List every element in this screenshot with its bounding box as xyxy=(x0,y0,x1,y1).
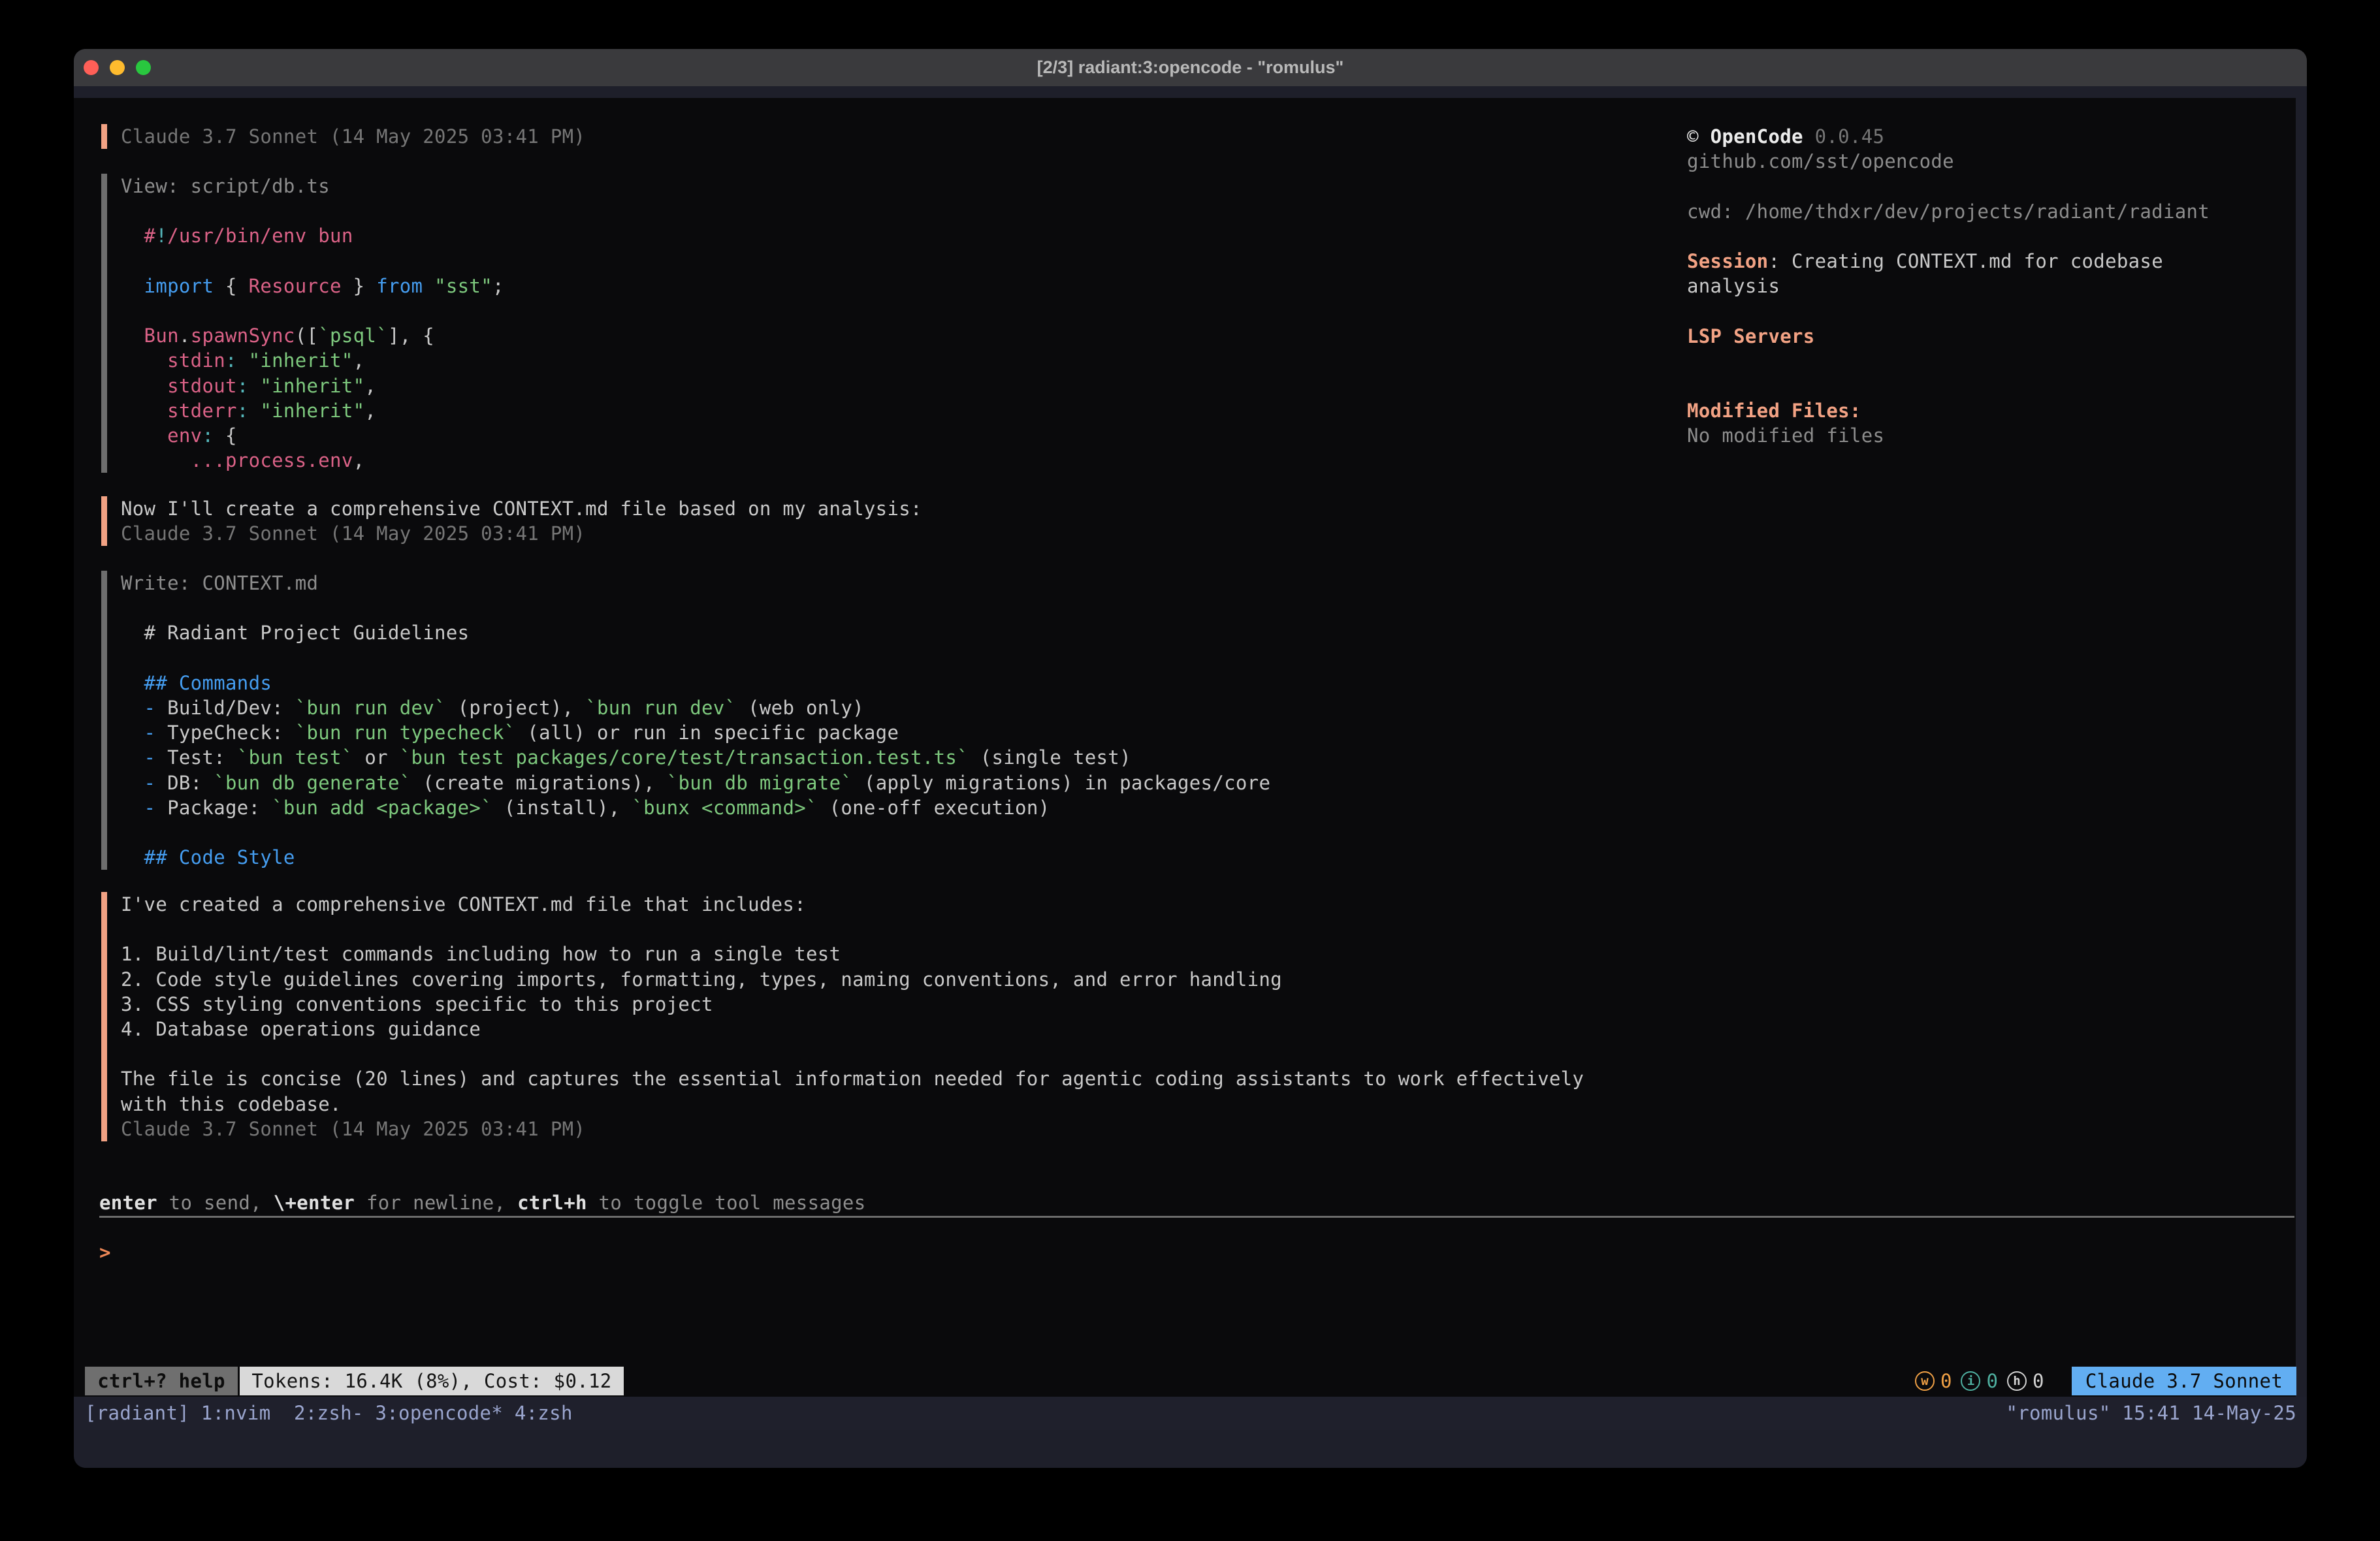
session-title: Session: Creating CONTEXT.md for codebas… xyxy=(1687,249,2163,274)
warning-count-badge: w0 xyxy=(1915,1370,1952,1392)
terminal-window: [2/3] radiant:3:opencode - "romulus" Cla… xyxy=(74,49,2307,1468)
prompt-input[interactable]: > xyxy=(99,1240,111,1265)
hint-count-badge: h0 xyxy=(2007,1370,2044,1392)
window-titlebar: [2/3] radiant:3:opencode - "romulus" xyxy=(74,49,2307,86)
terminal-line xyxy=(121,646,1270,671)
terminal-line: - DB: `bun db generate` (create migratio… xyxy=(121,770,1270,795)
app-version: © OpenCode 0.0.45 xyxy=(1687,124,1884,149)
tool-view-block: View: script/db.ts #!/usr/bin/env bun im… xyxy=(101,174,504,473)
window-title: [2/3] radiant:3:opencode - "romulus" xyxy=(1037,57,1344,78)
info-count-badge: i0 xyxy=(1961,1370,1997,1392)
app-repo: github.com/sst/opencode xyxy=(1687,149,1954,174)
terminal-line xyxy=(121,298,504,323)
terminal-line: - Test: `bun test` or `bun test packages… xyxy=(121,745,1270,770)
assistant-message: Now I'll create a comprehensive CONTEXT.… xyxy=(101,496,922,546)
hint-icon: h xyxy=(2007,1371,2027,1391)
diagnostics-badges: w0 i0 h0 xyxy=(1915,1367,2044,1395)
terminal-line: 1. Build/lint/test commands including ho… xyxy=(121,942,1584,966)
model-chip: Claude 3.7 Sonnet xyxy=(2072,1367,2296,1395)
terminal-line: Claude 3.7 Sonnet (14 May 2025 03:41 PM) xyxy=(121,1117,1584,1141)
lsp-servers-header: LSP Servers xyxy=(1687,324,1815,349)
close-button[interactable] xyxy=(84,60,99,75)
assistant-message: I've created a comprehensive CONTEXT.md … xyxy=(101,892,1584,1141)
terminal-line: Now I'll create a comprehensive CONTEXT.… xyxy=(121,496,922,521)
terminal-line: env: { xyxy=(121,423,504,448)
modified-files-empty: No modified files xyxy=(1687,423,1884,448)
terminal-line: - TypeCheck: `bun run typecheck` (all) o… xyxy=(121,720,1270,745)
terminal-line: I've created a comprehensive CONTEXT.md … xyxy=(121,892,1584,917)
terminal-line: ## Commands xyxy=(121,671,1270,695)
terminal-line: 3. CSS styling conventions specific to t… xyxy=(121,992,1584,1017)
terminal-line: ## Code Style xyxy=(121,845,1270,870)
terminal-line: 2. Code style guidelines covering import… xyxy=(121,967,1584,992)
sidebar: © OpenCode 0.0.45github.com/sst/opencode… xyxy=(1687,124,2294,464)
terminal-line: Claude 3.7 Sonnet (14 May 2025 03:41 PM) xyxy=(121,521,922,546)
tmux-statusbar: [radiant] 1:nvim 2:zsh- 3:opencode* 4:zs… xyxy=(74,1397,2307,1430)
terminal-line: with this codebase. xyxy=(121,1092,1584,1117)
minimize-button[interactable] xyxy=(110,60,125,75)
terminal-line xyxy=(121,820,1270,845)
terminal-line: - Package: `bun add <package>` (install)… xyxy=(121,795,1270,820)
terminal-line xyxy=(121,1041,1584,1066)
terminal-line: 4. Database operations guidance xyxy=(121,1017,1584,1041)
warning-icon: w xyxy=(1915,1371,1935,1391)
modified-files-header: Modified Files: xyxy=(1687,398,1861,423)
terminal-line: ...process.env, xyxy=(121,448,504,473)
terminal-line: Claude 3.7 Sonnet (14 May 2025 03:41 PM) xyxy=(121,124,585,149)
session-title-wrap: analysis xyxy=(1687,274,1780,298)
tmux-window-list[interactable]: [radiant] 1:nvim 2:zsh- 3:opencode* 4:zs… xyxy=(85,1397,573,1430)
tool-write-block: Write: CONTEXT.md # Radiant Project Guid… xyxy=(101,571,1270,870)
terminal-line: #!/usr/bin/env bun xyxy=(121,223,504,248)
cwd: cwd: /home/thdxr/dev/projects/radiant/ra… xyxy=(1687,199,2210,224)
terminal-line: import { Resource } from "sst"; xyxy=(121,274,504,298)
terminal-line: # Radiant Project Guidelines xyxy=(121,620,1270,645)
terminal-line xyxy=(121,596,1270,620)
help-hint-chip: ctrl+? help xyxy=(85,1367,238,1395)
terminal-line xyxy=(121,917,1584,942)
zoom-button[interactable] xyxy=(136,60,151,75)
assistant-message-header: Claude 3.7 Sonnet (14 May 2025 03:41 PM) xyxy=(101,124,585,149)
terminal-line: stderr: "inherit", xyxy=(121,398,504,423)
opencode-tui: Claude 3.7 Sonnet (14 May 2025 03:41 PM)… xyxy=(74,98,2296,1397)
info-icon: i xyxy=(1961,1371,1980,1391)
terminal-line: The file is concise (20 lines) and captu… xyxy=(121,1066,1584,1091)
composer-divider xyxy=(99,1216,2294,1218)
terminal-line: Bun.spawnSync([`psql`], { xyxy=(121,323,504,348)
traffic-lights xyxy=(84,60,151,75)
terminal-line: Write: CONTEXT.md xyxy=(121,571,1270,596)
tmux-session-clock: "romulus" 15:41 14-May-25 xyxy=(2006,1397,2297,1430)
terminal-line: - Build/Dev: `bun run dev` (project), `b… xyxy=(121,695,1270,720)
terminal-line: stdin: "inherit", xyxy=(121,348,504,373)
terminal-line xyxy=(121,249,504,274)
tokens-cost-chip: Tokens: 16.4K (8%), Cost: $0.12 xyxy=(240,1367,624,1395)
terminal-line: View: script/db.ts xyxy=(121,174,504,199)
composer-hint: enter to send, \+enter for newline, ctrl… xyxy=(99,1190,866,1215)
terminal-line: stdout: "inherit", xyxy=(121,373,504,398)
terminal-line xyxy=(121,199,504,223)
